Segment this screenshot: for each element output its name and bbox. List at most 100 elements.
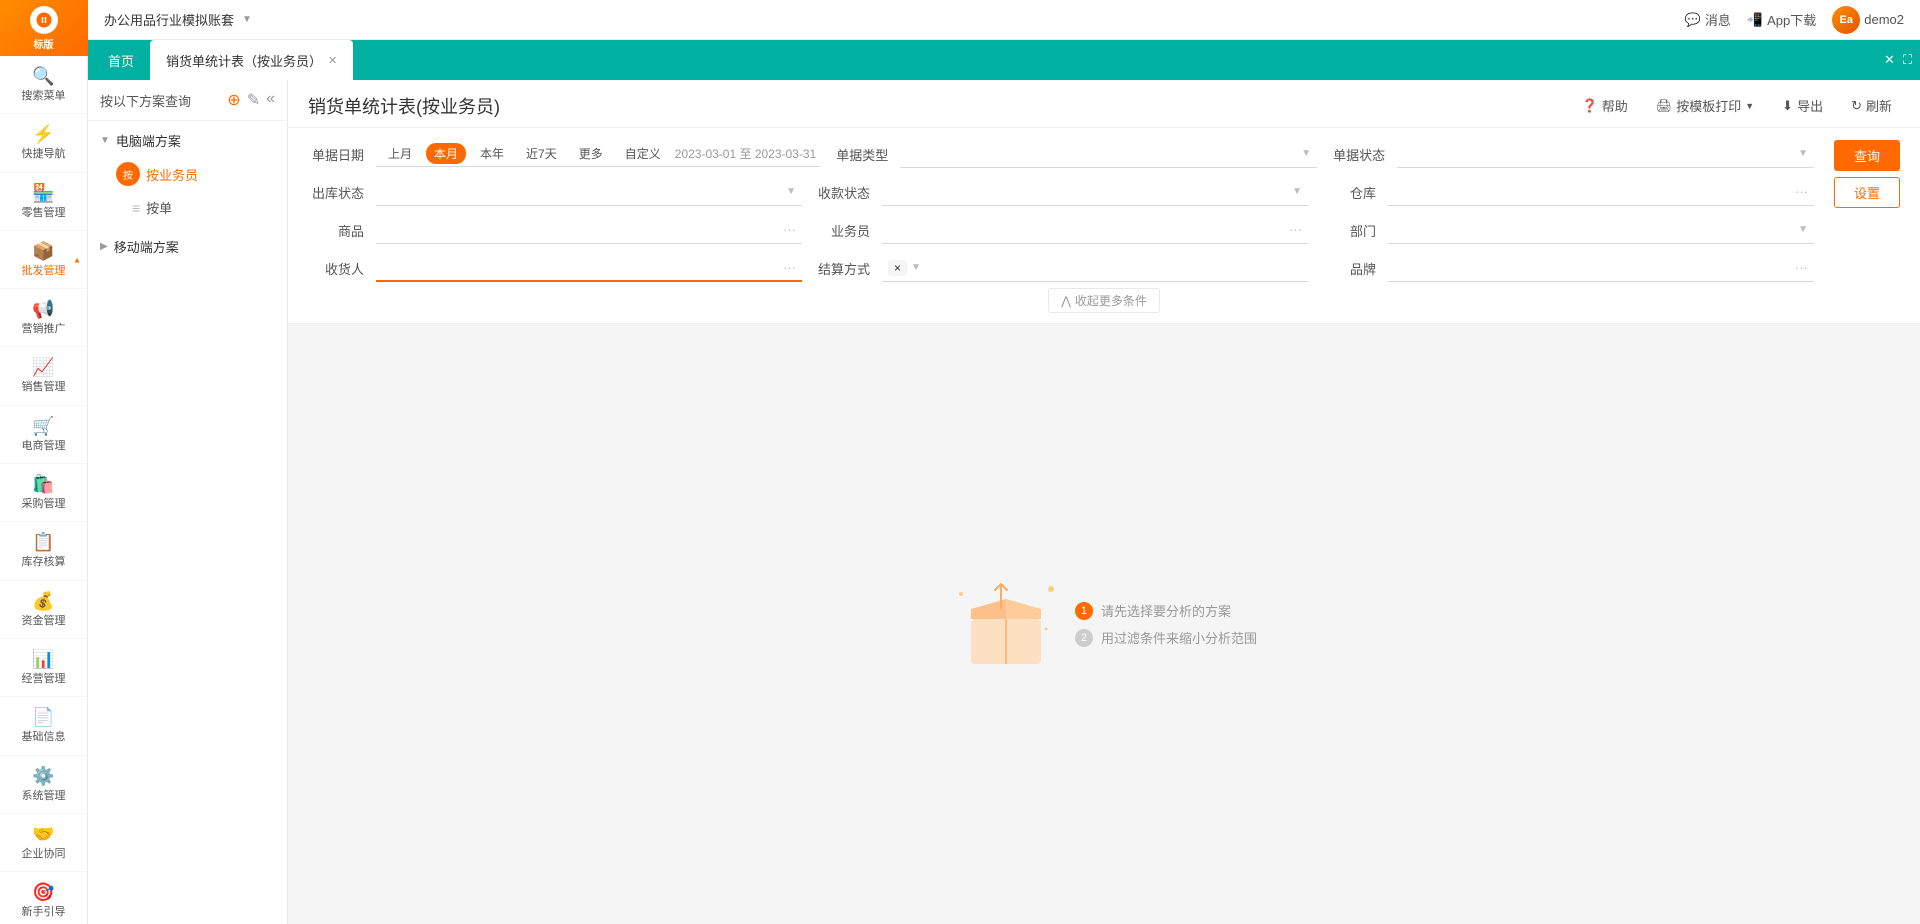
help-btn[interactable]: ❓ 帮助 [1574,92,1636,119]
edit-scheme-btn[interactable]: ✎ [247,90,260,110]
collapse-btn[interactable]: ⋀ 收起更多条件 [1048,288,1160,313]
sidebar-item-ecommerce[interactable]: 🛒 电商管理 [0,406,87,464]
sidebar-item-wholesale[interactable]: 📦 批发管理 [0,231,87,289]
tab-sales-stats[interactable]: 销货单统计表（按业务员） ✕ [150,40,353,80]
empty-step-1: 1 请先选择要分析的方案 [1075,601,1257,620]
sub-icon: ≡ [132,200,140,216]
topbar-dropdown-icon[interactable]: ▼ [242,14,252,25]
empty-state: 1 请先选择要分析的方案 2 用过滤条件来缩小分析范围 [288,324,1920,924]
goods-label: 商品 [308,221,364,240]
consignee-control[interactable]: ··· [376,254,802,282]
panel-actions: ⊕ ✎ « [227,90,275,110]
collapse-panel-btn[interactable]: « [266,90,275,110]
consignee-label: 收货人 [308,259,364,278]
refresh-btn[interactable]: ↻ 刷新 [1843,92,1900,119]
date-btn-more[interactable]: 更多 [571,143,611,164]
date-btn-7days[interactable]: 近7天 [518,143,565,164]
tab-close-icon[interactable]: ✕ [328,54,337,67]
salesman-label: 业务员 [814,221,870,240]
settlement-tag: × [888,260,907,276]
sidebar-label-operations: 经营管理 [22,672,66,686]
sidebar-item-quick-nav[interactable]: ⚡ 快捷导航 [0,114,87,172]
message-btn[interactable]: 💬 消息 [1685,10,1731,29]
tab-home[interactable]: 首页 [92,40,150,80]
panel-item-by-salesman[interactable]: 按 按业务员 [88,156,287,192]
brand-dots: ··· [1795,260,1808,275]
date-btn-custom[interactable]: 自定义 [617,143,669,164]
set-button[interactable]: 设置 [1834,177,1900,208]
brand-control[interactable]: ··· [1388,254,1814,282]
pc-section-header[interactable]: ▼ 电脑端方案 [88,125,287,156]
sidebar-label-ecommerce: 电商管理 [22,439,66,453]
sidebar-item-system[interactable]: ⚙️ 系统管理 [0,756,87,814]
panel-sub-item-by-doc[interactable]: ≡ 按单 [88,192,287,223]
tab-expand-icon[interactable]: ⛶ [1903,52,1912,68]
tabbar: 首页 销货单统计表（按业务员） ✕ ✕ ⛶ [88,40,1920,80]
main-area: 办公用品行业模拟账套 ▼ 💬 消息 📲 App下载 Ea demo2 首页 销货… [88,0,1920,924]
newbie-icon: 🎯 [32,882,54,903]
user-profile[interactable]: Ea demo2 [1832,6,1904,34]
sidebar-item-purchase[interactable]: 🛍️ 采购管理 [0,464,87,522]
payment-status-arrow: ▼ [1292,186,1302,197]
collapse-icon: ⋀ [1061,294,1071,308]
sidebar-item-inventory[interactable]: 📋 库存核算 [0,522,87,580]
avatar: Ea [1832,6,1860,34]
tab-close-all-icon[interactable]: ✕ [1884,52,1895,68]
export-label: 导出 [1797,96,1823,115]
sidebar-item-enterprise[interactable]: 🤝 企业协同 [0,814,87,872]
content-area: 按以下方案查询 ⊕ ✎ « ▼ 电脑端方案 按 按业务员 ≡ 按 [88,80,1920,924]
print-btn[interactable]: 🖨 按模板打印 ▼ [1648,92,1762,119]
sidebar-item-sales[interactable]: 📈 销售管理 [0,347,87,405]
app-download-btn[interactable]: 📲 App下载 [1747,10,1816,29]
by-salesman-label: 按业务员 [146,165,198,184]
sidebar-item-operations[interactable]: 📊 经营管理 [0,639,87,697]
empty-step-2: 2 用过滤条件来缩小分析范围 [1075,628,1257,647]
sidebar-item-finance[interactable]: 💰 资金管理 [0,581,87,639]
date-btn-last-month[interactable]: 上月 [380,143,420,164]
salesman-control[interactable]: ··· [882,216,1308,244]
date-filter-control[interactable]: 上月 本月 本年 近7天 更多 自定义 2023-03-01 至 2023-03… [376,141,820,167]
mobile-section-arrow: ▶ [100,241,108,252]
sidebar-item-search-menu[interactable]: 🔍 搜索菜单 [0,56,87,114]
sidebar-item-basic-info[interactable]: 📄 基础信息 [0,697,87,755]
topbar-left: 办公用品行业模拟账套 ▼ [104,10,252,29]
goods-dots: ··· [783,222,796,237]
date-btn-this-year[interactable]: 本年 [472,143,512,164]
print-dropdown-icon: ▼ [1745,101,1754,111]
sidebar-label-wholesale: 批发管理 [22,264,66,278]
settlement-tag-close[interactable]: × [894,261,901,275]
sidebar: 标版 🔍 搜索菜单 ⚡ 快捷导航 🏪 零售管理 📦 批发管理 📢 营销推广 📈 … [0,0,88,924]
message-label: 消息 [1705,10,1731,29]
payment-status-control[interactable]: ▼ [882,178,1308,206]
date-label: 单据日期 [308,145,364,164]
date-filter-buttons: 上月 本月 本年 近7天 更多 自定义 [380,143,669,164]
doc-status-control[interactable]: ▼ [1397,140,1814,168]
dept-control[interactable]: ▼ [1388,216,1814,244]
add-scheme-btn[interactable]: ⊕ [227,90,240,110]
tabbar-right: ✕ ⛶ [1884,52,1920,68]
sidebar-item-retail[interactable]: 🏪 零售管理 [0,173,87,231]
by-doc-label: 按单 [146,198,172,217]
sidebar-item-newbie[interactable]: 🎯 新手引导 [0,872,87,924]
mobile-section-header[interactable]: ▶ 移动端方案 [88,231,287,262]
retail-icon: 🏪 [32,183,54,204]
refresh-icon: ↻ [1851,98,1862,114]
sidebar-item-marketing[interactable]: 📢 营销推广 [0,289,87,347]
goods-control[interactable]: ··· [376,216,802,244]
mobile-section: ▶ 移动端方案 [88,227,287,266]
sidebar-nav: 🔍 搜索菜单 ⚡ 快捷导航 🏪 零售管理 📦 批发管理 📢 营销推广 📈 销售管… [0,56,87,924]
pc-section: ▼ 电脑端方案 按 按业务员 ≡ 按单 [88,121,287,227]
settlement-control[interactable]: × ▼ [882,254,1308,282]
action-buttons: 查询 设置 [1834,140,1900,208]
operations-icon: 📊 [32,649,54,670]
query-button[interactable]: 查询 [1834,140,1900,171]
filter-rows: 单据日期 上月 本月 本年 近7天 更多 自定义 20 [308,140,1814,282]
step2-num: 2 [1075,629,1093,647]
logo-text: 标版 [34,36,54,51]
warehouse-control[interactable]: ··· [1388,178,1814,206]
date-btn-this-month[interactable]: 本月 [426,143,466,164]
export-btn[interactable]: ⬇ 导出 [1774,92,1831,119]
finance-icon: 💰 [32,591,54,612]
out-status-control[interactable]: ▼ [376,178,802,206]
doc-type-control[interactable]: ▼ [900,140,1317,168]
